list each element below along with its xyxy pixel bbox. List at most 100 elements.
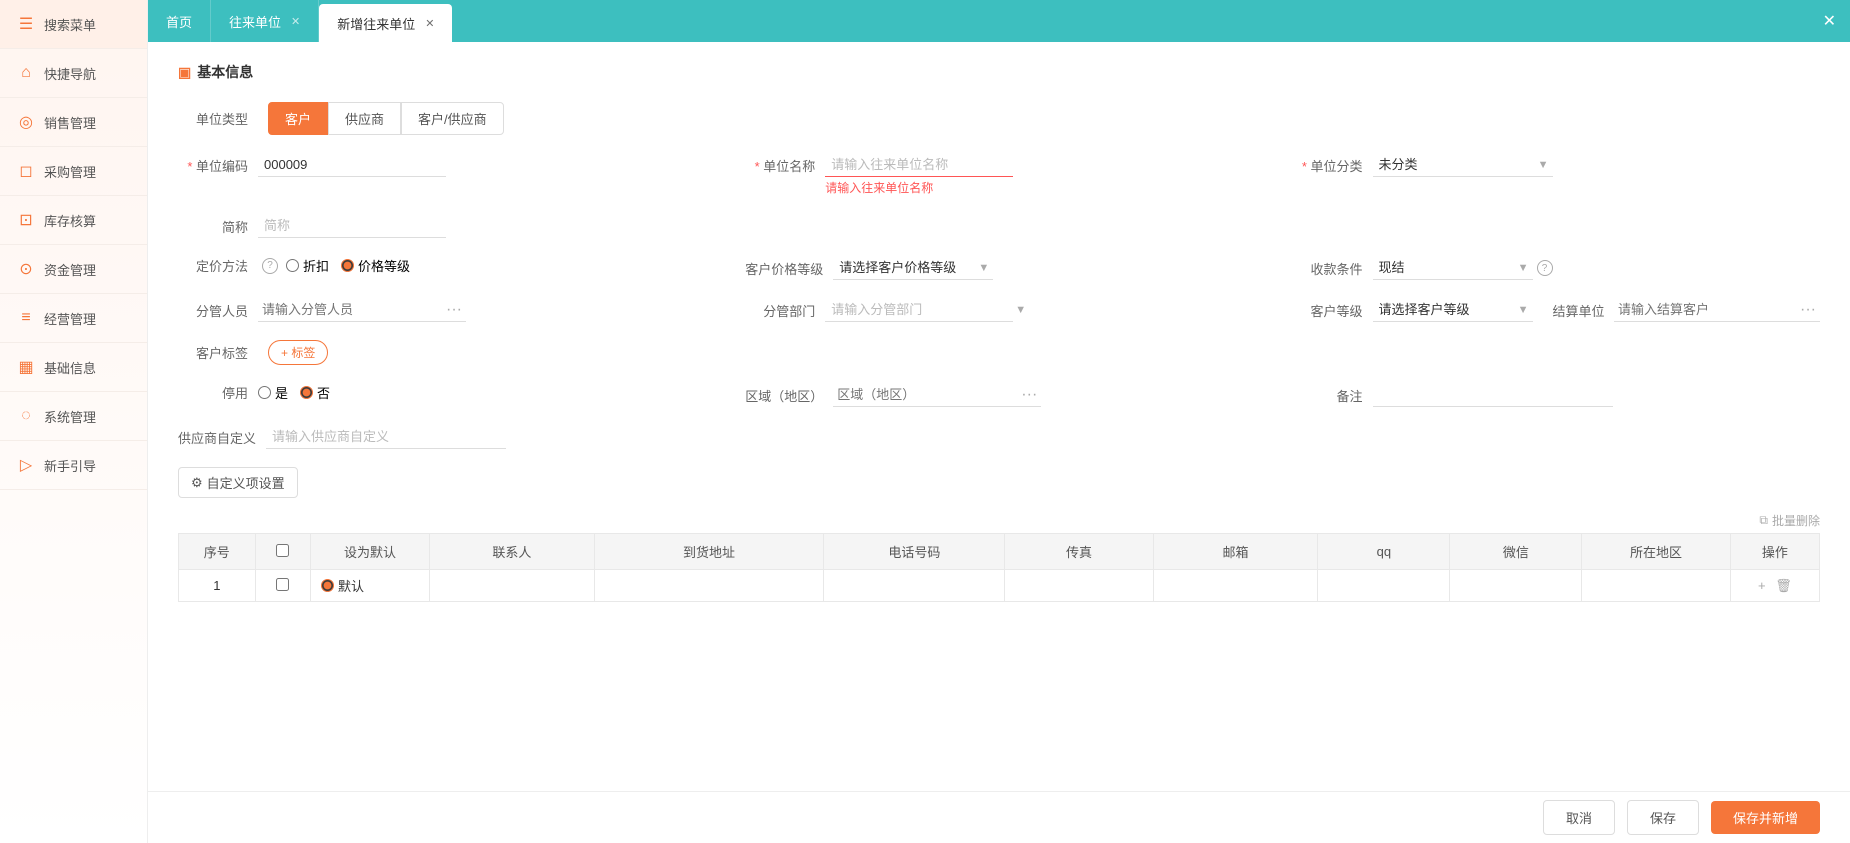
- col-seq: 序号: [179, 534, 256, 570]
- payment-terms-field: 收款条件 现结 ▼ ?: [1273, 256, 1820, 280]
- row-wechat: [1450, 570, 1582, 602]
- manager-more-btn[interactable]: ···: [442, 301, 466, 319]
- purchase-icon: ◻: [16, 161, 36, 181]
- disable-label: 停用: [178, 383, 258, 402]
- add-tag-button[interactable]: + 标签: [268, 340, 328, 365]
- unit-name-error: 请输入往来单位名称: [825, 179, 933, 196]
- unit-type-customer[interactable]: 客户: [268, 102, 328, 135]
- unit-type-supplier[interactable]: 供应商: [328, 102, 401, 135]
- row-add-btn[interactable]: +: [1758, 578, 1766, 593]
- unit-category-select[interactable]: 未分类: [1373, 153, 1553, 177]
- address-input[interactable]: [649, 578, 769, 593]
- pricing-method-field: 定价方法 ? 折扣 价格等级: [178, 256, 725, 275]
- guide-icon: ▷: [16, 455, 36, 475]
- unit-code-field: 单位编码: [178, 153, 725, 177]
- qq-input[interactable]: [1354, 578, 1414, 593]
- pricing-help-icon[interactable]: ?: [262, 258, 278, 274]
- wechat-input[interactable]: [1486, 578, 1546, 593]
- department-field: 分管部门 ▼: [725, 298, 1272, 322]
- sidebar-item-quick-nav[interactable]: ⌂ 快捷导航: [0, 49, 147, 98]
- sidebar: ☰ 搜索菜单 ⌂ 快捷导航 ◎ 销售管理 ◻ 采购管理 ⊡ 库存核算 ⊙ 资金管…: [0, 0, 148, 843]
- row-address: [594, 570, 824, 602]
- unit-type-label: 单位类型: [178, 109, 258, 128]
- pricing-level[interactable]: 价格等级: [341, 256, 410, 275]
- customer-price-level-select[interactable]: 请选择客户价格等级: [833, 256, 993, 280]
- save-new-button[interactable]: 保存并新增: [1711, 801, 1820, 834]
- col-phone: 电话号码: [824, 534, 1005, 570]
- disable-no[interactable]: 否: [300, 383, 330, 402]
- home-icon: ⌂: [16, 63, 36, 83]
- customer-price-level-wrapper: 请选择客户价格等级 ▼: [833, 256, 993, 280]
- row-default-radio-label[interactable]: 默认: [321, 576, 419, 595]
- unit-code-label: 单位编码: [178, 156, 258, 175]
- disable-no-radio[interactable]: [300, 386, 313, 399]
- tab-new-partner[interactable]: 新增往来单位 ✕: [319, 4, 452, 42]
- supplier-custom-input[interactable]: [266, 425, 506, 449]
- unit-category-select-wrapper: 未分类 ▼: [1373, 153, 1553, 177]
- row-delete-btn[interactable]: 🗑: [1775, 578, 1792, 593]
- select-all-checkbox[interactable]: [276, 544, 289, 557]
- custom-settings-button[interactable]: ⚙ 自定义项设置: [178, 467, 298, 498]
- section-title: ▣ 基本信息: [178, 62, 1820, 82]
- pricing-discount[interactable]: 折扣: [286, 256, 329, 275]
- row-default-radio[interactable]: [321, 579, 334, 592]
- manager-input[interactable]: [258, 298, 442, 321]
- pricing-discount-radio[interactable]: [286, 259, 299, 272]
- supplier-custom-label: 供应商自定义: [178, 428, 266, 447]
- region-input[interactable]: [833, 383, 1017, 406]
- row-seq: 1: [179, 570, 256, 602]
- sidebar-item-finance[interactable]: ⊙ 资金管理: [0, 245, 147, 294]
- manager-input-wrapper: ···: [258, 298, 466, 322]
- unit-name-input[interactable]: [825, 153, 1013, 177]
- short-name-input[interactable]: [258, 214, 446, 238]
- disable-yes-radio[interactable]: [258, 386, 271, 399]
- email-input[interactable]: [1196, 578, 1276, 593]
- operations-icon: ≡: [16, 308, 36, 328]
- payment-terms-wrapper: 现结 ▼: [1373, 256, 1533, 280]
- sidebar-item-operations[interactable]: ≡ 经营管理: [0, 294, 147, 343]
- row-fax: [1005, 570, 1153, 602]
- phone-input[interactable]: [869, 578, 959, 593]
- unit-type-both[interactable]: 客户/供应商: [401, 102, 504, 135]
- tab-home[interactable]: 首页: [148, 0, 211, 42]
- settlement-unit-input[interactable]: [1614, 298, 1796, 321]
- tab-partners[interactable]: 往来单位 ✕: [211, 0, 319, 42]
- sidebar-item-inventory[interactable]: ⊡ 库存核算: [0, 196, 147, 245]
- contact-table: 序号 设为默认 联系人 到货地址 电话号码 传真 邮箱 qq 微信 所在地区 操…: [178, 533, 1820, 602]
- sidebar-item-guide[interactable]: ▷ 新手引导: [0, 441, 147, 490]
- region-more-btn[interactable]: ···: [1017, 386, 1041, 404]
- customer-level-field: 客户等级 请选择客户等级 ▼ 结算单位 ···: [1273, 298, 1820, 322]
- sidebar-item-system[interactable]: ◌ 系统管理: [0, 392, 147, 441]
- tabs-close-all[interactable]: ✕: [1809, 11, 1850, 31]
- payment-terms-help[interactable]: ?: [1537, 260, 1553, 276]
- unit-code-input[interactable]: [258, 153, 446, 177]
- cancel-button[interactable]: 取消: [1543, 800, 1615, 835]
- row-region-input[interactable]: [1621, 578, 1691, 593]
- sidebar-item-sales[interactable]: ◎ 销售管理: [0, 98, 147, 147]
- customer-level-select[interactable]: 请选择客户等级: [1373, 298, 1533, 322]
- code-name-category-row: 单位编码 单位名称 请输入往来单位名称 单位分类 未分类 ▼: [178, 153, 1820, 196]
- settlement-unit-more[interactable]: ···: [1796, 301, 1820, 319]
- tabs-bar: 首页 往来单位 ✕ 新增往来单位 ✕ ✕: [148, 0, 1850, 42]
- customer-level-label: 客户等级: [1293, 301, 1373, 320]
- row-checkbox[interactable]: [276, 578, 289, 591]
- save-button[interactable]: 保存: [1627, 800, 1699, 835]
- customer-level-wrapper: 请选择客户等级 ▼: [1373, 298, 1533, 322]
- pricing-level-radio[interactable]: [341, 259, 354, 272]
- sidebar-item-search[interactable]: ☰ 搜索菜单: [0, 0, 147, 49]
- region-input-wrapper: ···: [833, 383, 1041, 407]
- payment-terms-select[interactable]: 现结: [1373, 256, 1533, 280]
- tab-partners-close[interactable]: ✕: [291, 15, 300, 28]
- remark-input[interactable]: [1373, 383, 1613, 407]
- disable-yes[interactable]: 是: [258, 383, 288, 402]
- sidebar-item-basic-info[interactable]: ▦ 基础信息: [0, 343, 147, 392]
- col-check: [255, 534, 310, 570]
- department-input[interactable]: [825, 298, 1013, 322]
- fax-input[interactable]: [1044, 578, 1114, 593]
- batch-delete-area[interactable]: ⧉ 批量删除: [178, 512, 1820, 529]
- sidebar-item-purchase[interactable]: ◻ 采购管理: [0, 147, 147, 196]
- col-contact: 联系人: [430, 534, 595, 570]
- manager-label: 分管人员: [178, 301, 258, 320]
- contact-input[interactable]: [472, 578, 552, 593]
- tab-new-partner-close[interactable]: ✕: [425, 17, 434, 30]
